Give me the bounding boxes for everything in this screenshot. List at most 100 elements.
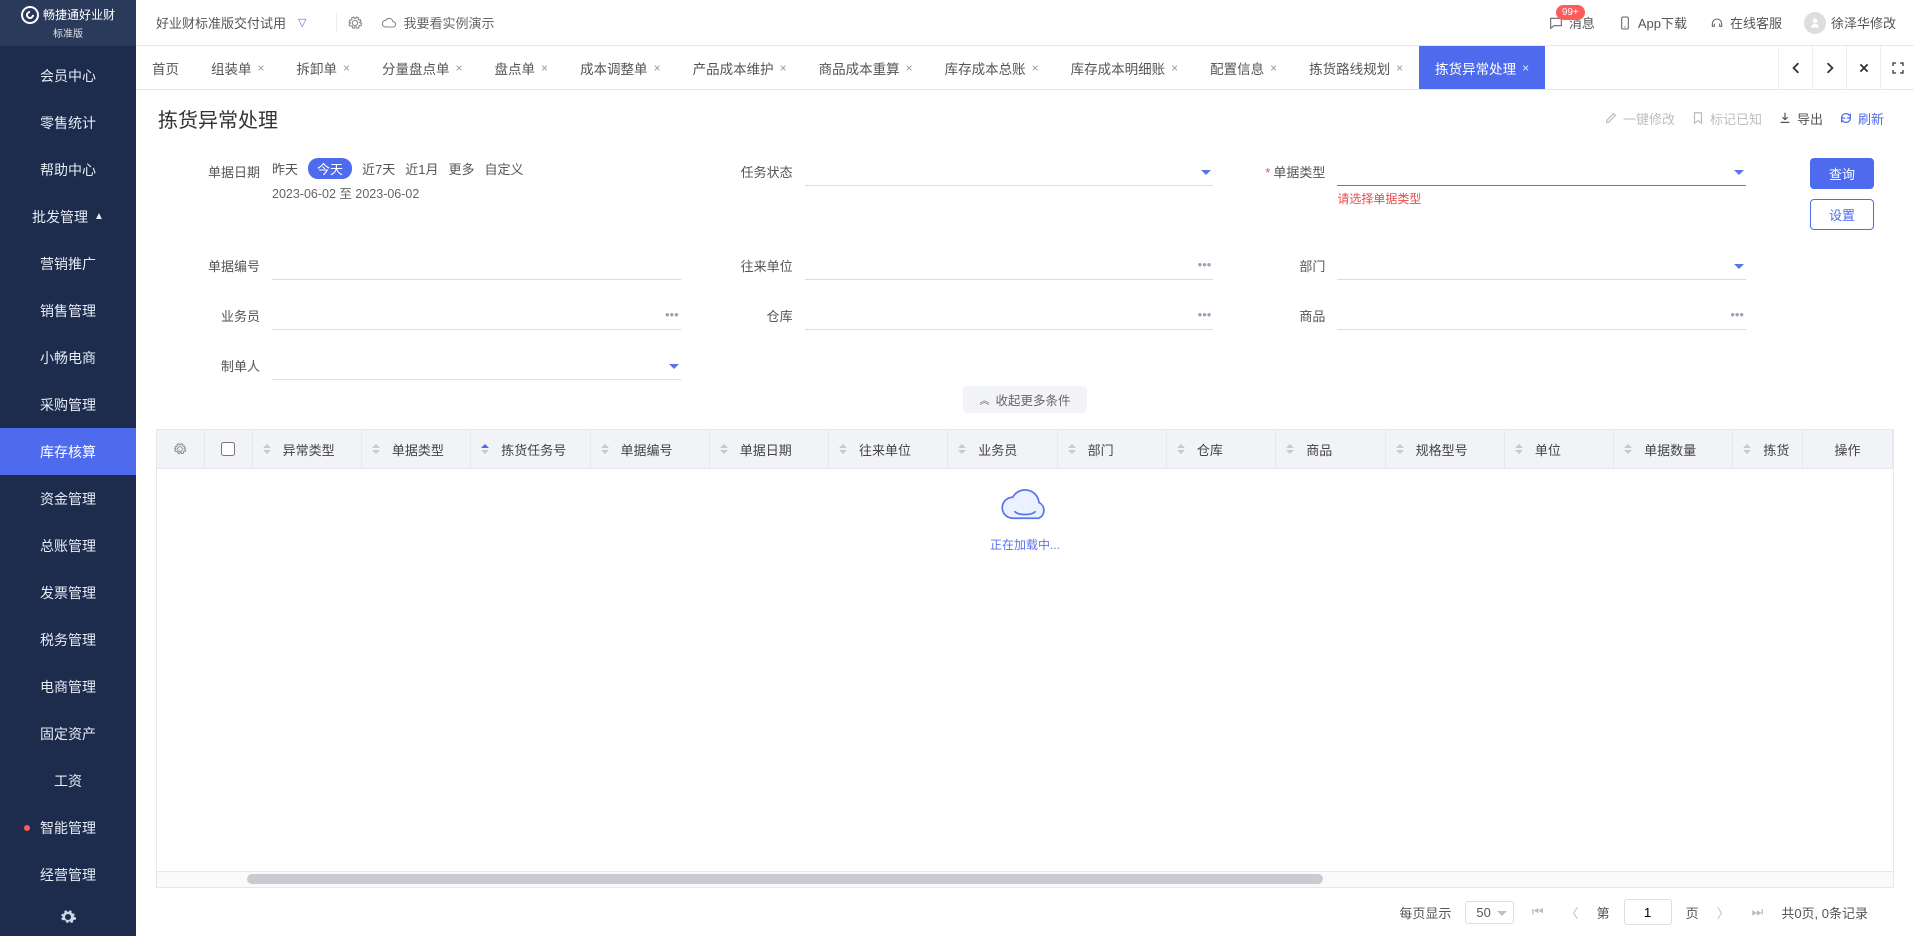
close-icon[interactable]: × — [906, 61, 913, 75]
support-button[interactable]: 在线客服 — [1709, 13, 1782, 32]
pager-first-button[interactable]: ⏮ — [1528, 902, 1548, 922]
refresh-button[interactable]: 刷新 — [1831, 105, 1892, 132]
sidebar-item[interactable]: 会员中心 — [0, 52, 136, 99]
sidebar-item[interactable]: 库存核算 — [0, 428, 136, 475]
column-header[interactable]: 单位 — [1505, 430, 1614, 468]
select-all-checkbox[interactable] — [221, 442, 235, 456]
tab[interactable]: 分量盘点单× — [366, 46, 479, 89]
pager-last-button[interactable]: ⏭ — [1748, 902, 1768, 922]
close-icon[interactable]: × — [780, 61, 787, 75]
tab[interactable]: 拆卸单× — [281, 46, 367, 89]
column-header[interactable]: 异常类型 — [253, 430, 362, 468]
export-button[interactable]: 导出 — [1770, 105, 1831, 132]
sidebar-item[interactable]: 批发管理▲ — [0, 193, 136, 240]
sidebar-item[interactable]: 采购管理 — [0, 381, 136, 428]
product-selector[interactable]: 好业财标准版交付试用 ▽ — [136, 13, 326, 32]
sidebar-item[interactable]: 固定资产 — [0, 710, 136, 757]
creator-input[interactable] — [272, 352, 681, 380]
tab[interactable]: 产品成本维护× — [677, 46, 803, 89]
sidebar-item[interactable]: 帮助中心 — [0, 146, 136, 193]
tab[interactable]: 库存成本总账× — [929, 46, 1055, 89]
tabs-close-button[interactable] — [1846, 46, 1880, 89]
column-header[interactable]: 拣货任务号 — [471, 430, 590, 468]
sidebar-item[interactable]: 发票管理 — [0, 569, 136, 616]
query-button[interactable]: 查询 — [1810, 158, 1874, 189]
department-input[interactable] — [1337, 252, 1746, 280]
date-option[interactable]: 近1月 — [405, 159, 438, 178]
sidebar-item[interactable]: 资金管理 — [0, 475, 136, 522]
date-option[interactable]: 今天 — [308, 158, 352, 179]
close-icon[interactable]: × — [1032, 61, 1039, 75]
tabs-prev-button[interactable] — [1778, 46, 1812, 89]
tab[interactable]: 组装单× — [195, 46, 281, 89]
sidebar-item[interactable]: 税务管理 — [0, 616, 136, 663]
tab[interactable]: 商品成本重算× — [803, 46, 929, 89]
column-header[interactable]: 单据编号 — [591, 430, 710, 468]
tabs-fullscreen-button[interactable] — [1880, 46, 1914, 89]
tabs-next-button[interactable] — [1812, 46, 1846, 89]
pager-next-button[interactable]: 〉 — [1713, 901, 1734, 924]
date-option[interactable]: 昨天 — [272, 159, 298, 178]
close-icon[interactable]: × — [258, 61, 265, 75]
user-menu[interactable]: 徐泽华修改 — [1804, 12, 1896, 34]
task-status-input[interactable] — [805, 158, 1214, 186]
bulk-edit-button[interactable]: 一键修改 — [1596, 105, 1683, 132]
tab[interactable]: 首页 — [136, 46, 195, 89]
table-h-scrollbar[interactable] — [156, 872, 1894, 888]
doc-type-input[interactable] — [1337, 158, 1746, 186]
tab[interactable]: 成本调整单× — [564, 46, 677, 89]
messages-button[interactable]: 99+ 消息 — [1548, 13, 1595, 32]
column-settings-button[interactable] — [157, 430, 205, 468]
column-header[interactable]: 规格型号 — [1386, 430, 1505, 468]
tab[interactable]: 盘点单× — [479, 46, 565, 89]
sidebar-item[interactable]: 工资 — [0, 757, 136, 804]
partner-input[interactable] — [805, 252, 1214, 280]
close-icon[interactable]: × — [1396, 61, 1403, 75]
close-icon[interactable]: × — [1171, 61, 1178, 75]
sidebar-item[interactable]: 总账管理 — [0, 522, 136, 569]
collapse-filters-button[interactable]: ︽ 收起更多条件 — [963, 386, 1086, 413]
sidebar-item[interactable]: 智能管理 — [0, 804, 136, 851]
tab[interactable]: 拣货异常处理× — [1419, 46, 1545, 89]
column-header[interactable]: 部门 — [1058, 430, 1167, 468]
scrollbar-thumb[interactable] — [247, 874, 1323, 884]
filter-settings-button[interactable]: 设置 — [1810, 199, 1874, 230]
column-header[interactable]: 业务员 — [948, 430, 1057, 468]
column-header[interactable]: 单据类型 — [362, 430, 471, 468]
product-input[interactable] — [1337, 302, 1746, 330]
app-download-button[interactable]: App下载 — [1617, 13, 1687, 32]
salesman-input[interactable] — [272, 302, 681, 330]
column-header[interactable]: 拣货 — [1733, 430, 1803, 468]
sidebar-item[interactable]: 营销推广 — [0, 240, 136, 287]
column-header[interactable]: 往来单位 — [829, 430, 948, 468]
doc-no-input[interactable] — [272, 252, 681, 280]
close-icon[interactable]: × — [1270, 61, 1277, 75]
mark-known-button[interactable]: 标记已知 — [1683, 105, 1770, 132]
close-icon[interactable]: × — [343, 61, 350, 75]
close-icon[interactable]: × — [541, 61, 548, 75]
tab[interactable]: 库存成本明细账× — [1055, 46, 1195, 89]
column-header[interactable]: 单据日期 — [710, 430, 829, 468]
sidebar-item[interactable]: 销售管理 — [0, 287, 136, 334]
sidebar-item[interactable]: 经营管理 — [0, 851, 136, 898]
date-option[interactable]: 自定义 — [485, 159, 524, 178]
date-option[interactable]: 近7天 — [362, 159, 395, 178]
tab[interactable]: 配置信息× — [1194, 46, 1293, 89]
pager-page-input[interactable] — [1624, 899, 1672, 925]
column-header[interactable]: 单据数量 — [1614, 430, 1733, 468]
warehouse-input[interactable] — [805, 302, 1214, 330]
demo-link[interactable]: 我要看实例演示 — [381, 13, 494, 32]
settings-button[interactable] — [347, 15, 363, 31]
column-header[interactable]: 商品 — [1276, 430, 1385, 468]
tab[interactable]: 拣货路线规划× — [1293, 46, 1419, 89]
close-icon[interactable]: × — [654, 61, 661, 75]
pager-prev-button[interactable]: 〈 — [1562, 901, 1583, 924]
sidebar-item[interactable]: 小畅电商 — [0, 334, 136, 381]
sidebar-item[interactable]: 零售统计 — [0, 99, 136, 146]
per-page-select[interactable]: 50 — [1465, 901, 1513, 924]
column-header[interactable]: 仓库 — [1167, 430, 1276, 468]
close-icon[interactable]: × — [456, 61, 463, 75]
sidebar-item[interactable]: 电商管理 — [0, 663, 136, 710]
sidebar-settings-button[interactable] — [0, 898, 136, 936]
close-icon[interactable]: × — [1522, 61, 1529, 75]
